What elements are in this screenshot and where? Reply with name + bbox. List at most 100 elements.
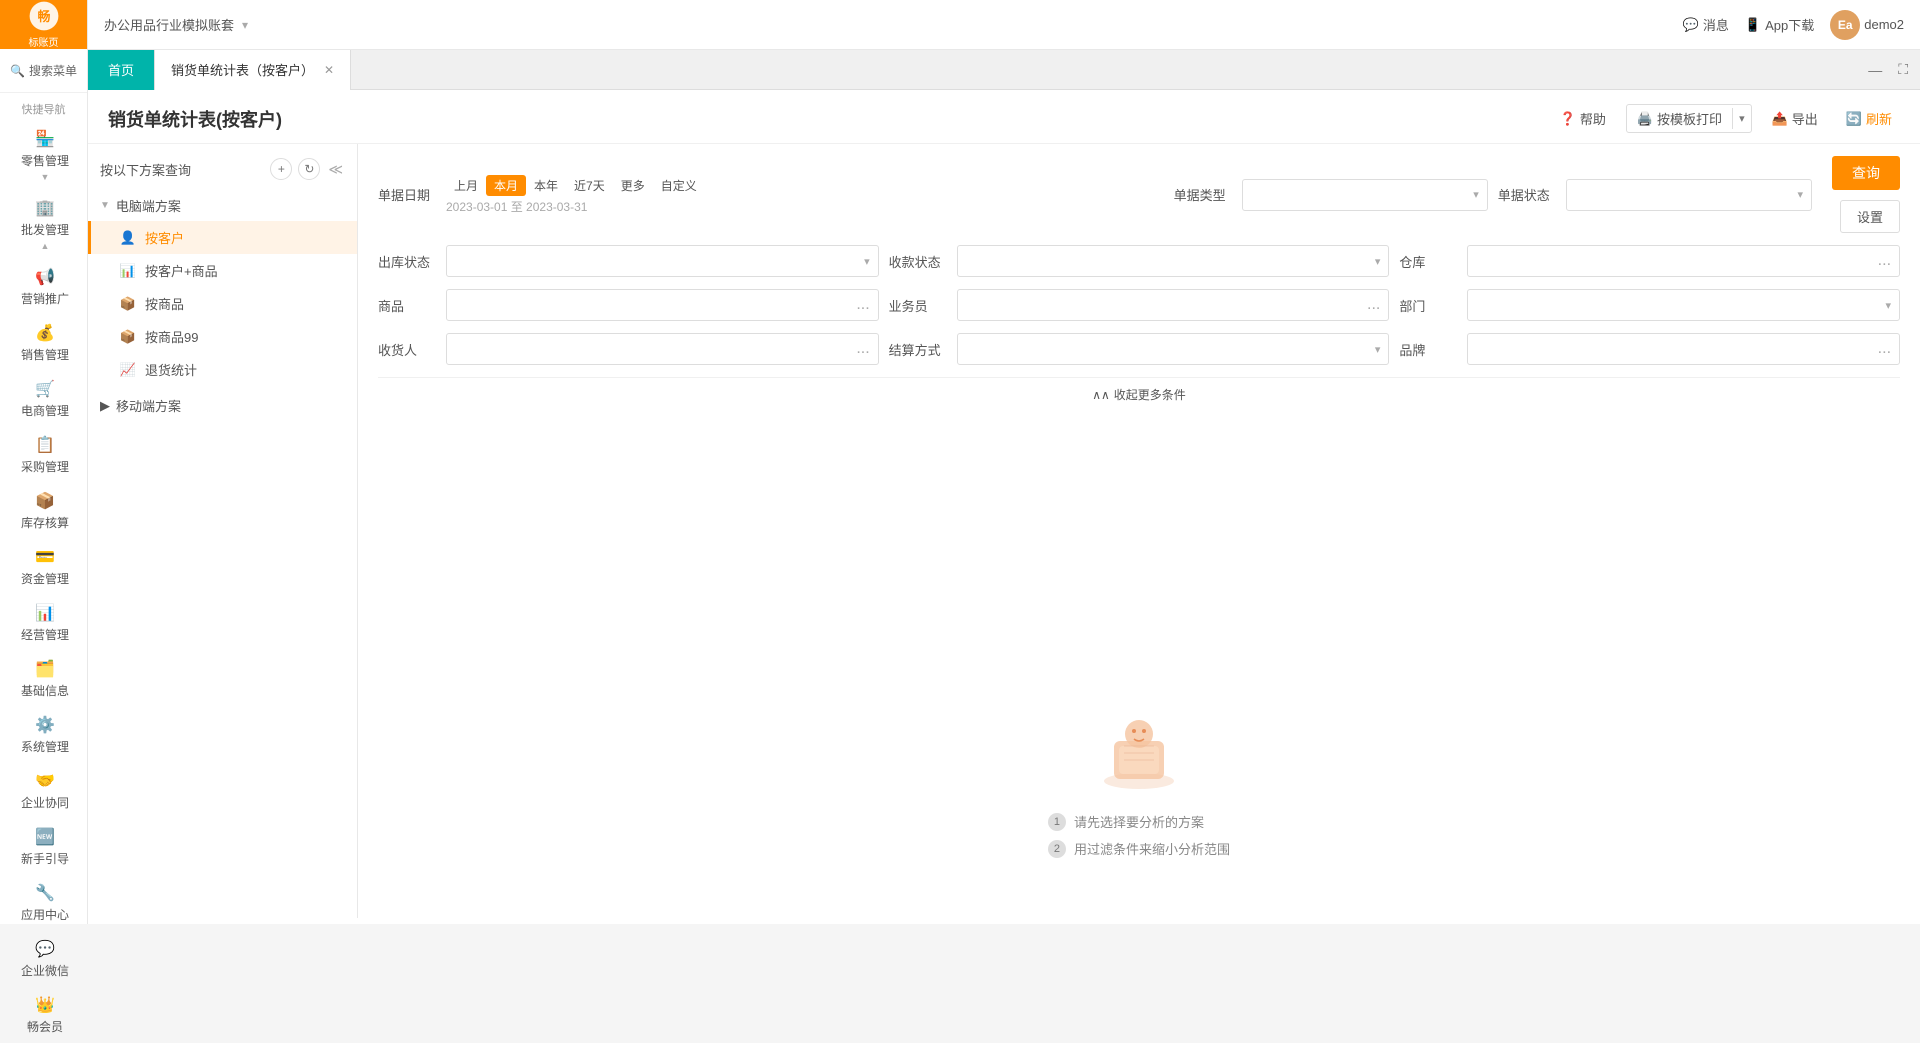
sidebar-item-member[interactable]: 👑 畅会员 — [0, 987, 87, 1043]
order-type-dropdown-icon: ▾ — [1473, 188, 1479, 201]
scheme-customer-goods-label: 按客户+商品 — [145, 261, 218, 280]
scheme-return-stat[interactable]: 📈 退货统计 — [88, 353, 357, 386]
breadcrumb-dropdown-icon[interactable]: ▾ — [242, 18, 248, 32]
tip-text-1: 请先选择要分析的方案 — [1074, 812, 1204, 831]
department-filter-cell: 部门 ▾ — [1399, 289, 1900, 321]
sidebar-retail-label: 零售管理 — [21, 152, 69, 169]
date-custom-btn[interactable]: 自定义 — [653, 175, 705, 196]
sidebar-item-appstore[interactable]: 🔧 应用中心 — [0, 875, 87, 931]
salesman-input[interactable]: ... — [957, 289, 1390, 321]
user-name: demo2 — [1864, 17, 1904, 32]
sidebar-item-operations[interactable]: 📊 经营管理 — [0, 595, 87, 651]
sidebar-item-marketing[interactable]: 📢 营销推广 — [0, 259, 87, 315]
scheme-by-goods99[interactable]: 📦 按商品99 — [88, 320, 357, 353]
tab-controls: — ⛶ — [1856, 57, 1920, 82]
header-right: 💬 消息 📱 App下载 Ea demo2 — [1683, 10, 1904, 40]
sidebar-item-enterprise[interactable]: 🤝 企业协同 — [0, 763, 87, 819]
sidebar-item-wholesale[interactable]: 🏢 批发管理 ▲ — [0, 190, 87, 259]
sidebar-item-inventory[interactable]: 📦 库存核算 — [0, 483, 87, 539]
message-button[interactable]: 💬 消息 — [1683, 15, 1729, 34]
scheme-goods99-label: 按商品99 — [145, 327, 198, 346]
date-more-btn[interactable]: 更多 — [613, 175, 653, 196]
tab-minimize-button[interactable]: — — [1864, 58, 1886, 82]
collapse-panel-button[interactable]: ≪ — [326, 159, 345, 180]
receiver-input[interactable]: ... — [446, 333, 879, 365]
brand-label: 标账页 — [29, 34, 59, 49]
warehouse-input[interactable]: ... — [1467, 245, 1900, 277]
tip-num-2: 2 — [1048, 840, 1066, 858]
order-type-select[interactable]: ▾ — [1242, 179, 1488, 211]
app-download-button[interactable]: 📱 App下载 — [1745, 15, 1814, 34]
message-icon: 💬 — [1683, 17, 1699, 33]
sidebar-marketing-label: 营销推广 — [21, 290, 69, 307]
sidebar-item-wechat[interactable]: 💬 企业微信 — [0, 931, 87, 987]
sidebar-item-basic[interactable]: 🗂️ 基础信息 — [0, 651, 87, 707]
sidebar-item-purchase[interactable]: 📋 采购管理 — [0, 427, 87, 483]
refresh-scheme-button[interactable]: ↻ — [298, 158, 320, 180]
collection-status-dropdown-icon: ▾ — [1375, 255, 1381, 268]
tab-sales-stat[interactable]: 销货单统计表（按客户） ✕ — [155, 50, 351, 90]
receiver-filter-cell: 收货人 ... — [378, 333, 879, 365]
sidebar-item-ecommerce[interactable]: 🛒 电商管理 — [0, 371, 87, 427]
scheme-customer-label: 按客户 — [145, 228, 184, 247]
goods-filter-cell: 商品 ... — [378, 289, 879, 321]
goods-input[interactable]: ... — [446, 289, 879, 321]
collection-status-filter-cell: 收款状态 ▾ — [889, 245, 1390, 277]
collection-status-select[interactable]: ▾ — [957, 245, 1390, 277]
order-status-dropdown-icon: ▾ — [1797, 188, 1803, 201]
brand-input[interactable]: ... — [1467, 333, 1900, 365]
date-label: 单据日期 — [378, 185, 438, 204]
tab-close-button[interactable]: ✕ — [324, 63, 334, 77]
query-button[interactable]: 查询 — [1832, 156, 1900, 190]
desktop-group-text: 电脑端方案 — [116, 196, 181, 215]
date-this-month-btn[interactable]: 本月 — [486, 175, 526, 196]
search-menu-button[interactable]: 🔍 搜索菜单 — [6, 57, 81, 84]
group-arrow-icon: ▼ — [100, 200, 110, 211]
sidebar-inventory-label: 库存核算 — [21, 514, 69, 531]
empty-tips: 1 请先选择要分析的方案 2 用过滤条件来缩小分析范围 — [1048, 812, 1230, 858]
date-7days-btn[interactable]: 近7天 — [566, 175, 613, 196]
settlement-select[interactable]: ▾ — [957, 333, 1390, 365]
user-profile[interactable]: Ea demo2 — [1830, 10, 1904, 40]
tab-maximize-button[interactable]: ⛶ — [1894, 57, 1912, 82]
mobile-group-label[interactable]: ▶ 移动端方案 — [88, 390, 357, 421]
date-last-month-btn[interactable]: 上月 — [446, 175, 486, 196]
sidebar-item-retail[interactable]: 🏪 零售管理 ▼ — [0, 121, 87, 190]
order-status-select[interactable]: ▾ — [1566, 179, 1812, 211]
mobile-scheme-group: ▶ 移动端方案 — [88, 390, 357, 421]
warehouse-filter-cell: 仓库 ... — [1399, 245, 1900, 277]
sidebar-item-guide[interactable]: 🆕 新手引导 — [0, 819, 87, 875]
inventory-icon: 📦 — [35, 491, 55, 511]
content-body: 按以下方案查询 + ↻ ≪ ▼ 电脑端方案 👤 按客户 — [88, 144, 1920, 918]
print-dropdown-button[interactable]: ▾ — [1732, 108, 1751, 129]
collapse-more-button[interactable]: ∧∧ 收起更多条件 — [378, 377, 1900, 411]
right-panel: 单据日期 上月 本月 本年 近7天 更多 自定义 20 — [358, 144, 1920, 918]
wholesale-icon: 🏢 — [35, 198, 55, 218]
brand-filter-cell: 品牌 ... — [1399, 333, 1900, 365]
refresh-button[interactable]: 🔄 刷新 — [1838, 105, 1900, 132]
add-scheme-button[interactable]: + — [270, 158, 292, 180]
settings-button[interactable]: 设置 — [1840, 200, 1900, 233]
scheme-by-customer-goods[interactable]: 📊 按客户+商品 — [88, 254, 357, 287]
scheme-by-goods[interactable]: 📦 按商品 — [88, 287, 357, 320]
order-status-filter-cell: 单据状态 ▾ — [1498, 179, 1812, 211]
desktop-group-label[interactable]: ▼ 电脑端方案 — [88, 190, 357, 221]
avatar: Ea — [1830, 10, 1860, 40]
export-button[interactable]: 📤 导出 — [1764, 105, 1826, 132]
collapse-up-icon: ∧∧ — [1092, 388, 1110, 402]
refresh-label: 刷新 — [1866, 109, 1892, 128]
sidebar-item-sales[interactable]: 💰 销售管理 — [0, 315, 87, 371]
sidebar-item-system[interactable]: ⚙️ 系统管理 — [0, 707, 87, 763]
search-section: 🔍 搜索菜单 — [0, 49, 87, 93]
date-this-year-btn[interactable]: 本年 — [526, 175, 566, 196]
message-label: 消息 — [1703, 15, 1729, 34]
sidebar-item-finance[interactable]: 💳 资金管理 — [0, 539, 87, 595]
scheme-by-customer[interactable]: 👤 按客户 — [88, 221, 357, 254]
sidebar-guide-label: 新手引导 — [21, 850, 69, 867]
help-button[interactable]: ❓ 帮助 — [1552, 105, 1614, 132]
out-status-select[interactable]: ▾ — [446, 245, 879, 277]
department-select[interactable]: ▾ — [1467, 289, 1900, 321]
sidebar-ecommerce-label: 电商管理 — [21, 402, 69, 419]
print-button[interactable]: 🖨️ 按模板打印 — [1627, 105, 1732, 132]
tab-home[interactable]: 首页 — [88, 50, 155, 90]
